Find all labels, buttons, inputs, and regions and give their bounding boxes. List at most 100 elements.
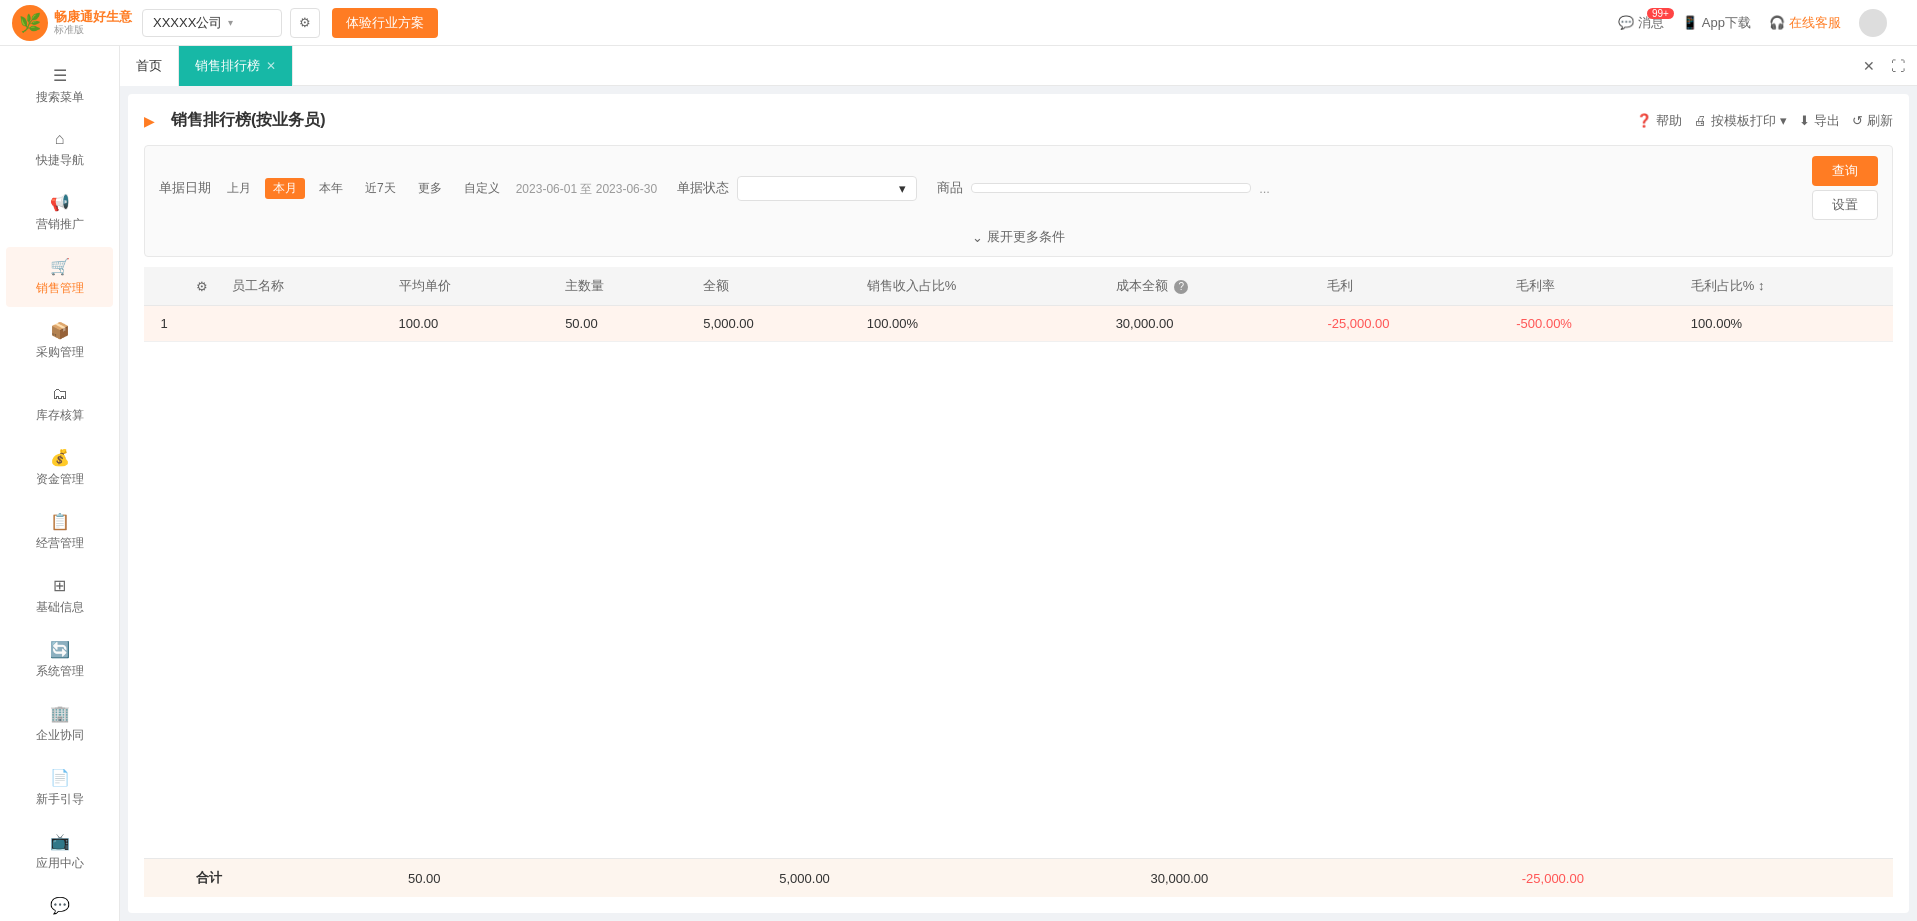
inventory-icon: 🗂 bbox=[52, 385, 68, 403]
cell-profit-ratio: 100.00% bbox=[1679, 306, 1893, 342]
cell-name bbox=[220, 306, 387, 342]
date-opt-more[interactable]: 更多 bbox=[410, 178, 450, 199]
table-header: ⚙ 员工名称 平均单价 主数量 全额 销售收入占比% 成本全额 ? bbox=[144, 267, 1893, 306]
sidebar-item-label: 系统管理 bbox=[36, 663, 84, 680]
chevron-down-icon: ▾ bbox=[228, 17, 233, 28]
sidebar-item-system[interactable]: 🔄 系统管理 bbox=[6, 630, 113, 690]
tab-sales-rank[interactable]: 销售排行榜 ✕ bbox=[179, 46, 293, 86]
basic-icon: ⊞ bbox=[53, 576, 66, 595]
sidebar-item-operation[interactable]: 📋 经营管理 bbox=[6, 502, 113, 562]
print-button[interactable]: 🖨 按模板打印 ▾ bbox=[1694, 112, 1787, 130]
tab-home-label: 首页 bbox=[136, 57, 162, 75]
sidebar-item-app-center[interactable]: 📺 应用中心 bbox=[6, 822, 113, 882]
company-name: XXXXX公司 bbox=[153, 14, 222, 32]
filter-actions: 查询 设置 bbox=[1812, 156, 1878, 220]
data-table: ⚙ 员工名称 平均单价 主数量 全额 销售收入占比% 成本全额 ? bbox=[144, 267, 1893, 342]
print-icon: 🖨 bbox=[1694, 113, 1707, 128]
message-button[interactable]: 💬 消息 99+ bbox=[1618, 14, 1664, 32]
page-wrapper: ▶ 销售排行榜(按业务员) ❓ 帮助 🖨 按模板打印 ▾ bbox=[144, 110, 1893, 897]
col-name: 员工名称 bbox=[220, 267, 387, 306]
tab-bar: 首页 销售排行榜 ✕ ✕ ⛶ bbox=[120, 46, 1917, 86]
sidebar-item-label: 资金管理 bbox=[36, 471, 84, 488]
sidebar-item-quick[interactable]: ⌂ 快捷导航 bbox=[6, 120, 113, 179]
status-select[interactable]: ▾ bbox=[737, 176, 917, 201]
status-label: 单据状态 bbox=[677, 179, 729, 197]
cell-profit: -25,000.00 bbox=[1315, 306, 1504, 342]
sidebar-item-basic[interactable]: ⊞ 基础信息 bbox=[6, 566, 113, 626]
content-area: 首页 销售排行榜 ✕ ✕ ⛶ ▶ 销售排行榜(按业务员) bbox=[120, 46, 1917, 921]
sort-icon[interactable]: ↕ bbox=[1758, 278, 1765, 293]
topbar: 🌿 畅康通好生意 标准版 XXXXX公司 ▾ ⚙ 体验行业方案 💬 消息 99+… bbox=[0, 0, 1917, 46]
tab-fullscreen-icon[interactable]: ⛶ bbox=[1887, 54, 1909, 78]
sidebar-item-wechat[interactable]: 💬 企业微信 bbox=[6, 886, 113, 921]
page-header: ▶ 销售排行榜(按业务员) ❓ 帮助 🖨 按模板打印 ▾ bbox=[144, 110, 1893, 131]
page-actions: ❓ 帮助 🖨 按模板打印 ▾ ⬇ 导出 ↺ bbox=[1636, 112, 1893, 130]
expand-more-button[interactable]: ⌄ 展开更多条件 bbox=[972, 228, 1065, 246]
print-chevron-icon: ▾ bbox=[1780, 113, 1787, 128]
date-opt-this-year[interactable]: 本年 bbox=[311, 178, 351, 199]
page-content: ▶ 销售排行榜(按业务员) ❓ 帮助 🖨 按模板打印 ▾ bbox=[128, 94, 1909, 913]
operation-icon: 📋 bbox=[50, 512, 70, 531]
sidebar-item-label: 销售管理 bbox=[36, 280, 84, 297]
industry-button[interactable]: 体验行业方案 bbox=[332, 8, 438, 38]
logo-sub: 标准版 bbox=[54, 24, 132, 36]
filter-row: 单据日期 上月 本月 本年 近7天 更多 自定义 2023-06-01 至 20… bbox=[159, 156, 1878, 220]
avatar[interactable] bbox=[1859, 9, 1887, 37]
sidebar-item-purchase[interactable]: 📦 采购管理 bbox=[6, 311, 113, 371]
tab-close-window-icon[interactable]: ✕ bbox=[1859, 54, 1879, 78]
app-download-button[interactable]: 📱 App下载 bbox=[1682, 14, 1751, 32]
online-service-button[interactable]: 🎧 在线客服 bbox=[1769, 14, 1841, 32]
app-icon: 📱 bbox=[1682, 15, 1698, 30]
date-opt-prev-month[interactable]: 上月 bbox=[219, 178, 259, 199]
sidebar: ☰ 搜索菜单 ⌂ 快捷导航 📢 营销推广 🛒 销售管理 📦 采购管理 🗂 库存核… bbox=[0, 46, 120, 921]
logo-main: 畅康通好生意 bbox=[54, 9, 132, 25]
sidebar-item-guide[interactable]: 📄 新手引导 bbox=[6, 758, 113, 818]
export-icon: ⬇ bbox=[1799, 113, 1810, 128]
tab-home[interactable]: 首页 bbox=[120, 46, 179, 86]
col-profit-rate: 毛利率 bbox=[1504, 267, 1679, 306]
logo-text: 畅康通好生意 标准版 bbox=[54, 9, 132, 37]
settings-icon-btn[interactable]: ⚙ bbox=[290, 8, 320, 38]
col-cost: 成本全额 ? bbox=[1104, 267, 1316, 306]
cost-tooltip-icon[interactable]: ? bbox=[1174, 280, 1188, 294]
company-selector[interactable]: XXXXX公司 ▾ bbox=[142, 9, 282, 37]
filter-settings-button[interactable]: 设置 bbox=[1812, 190, 1878, 220]
goods-label: 商品 bbox=[937, 179, 963, 197]
col-quantity: 主数量 bbox=[553, 267, 691, 306]
table-footer: 合计 50.00 5,000.00 30,000.00 -25,000.00 bbox=[144, 858, 1893, 897]
help-button[interactable]: ❓ 帮助 bbox=[1636, 112, 1682, 130]
expand-arrow-icon[interactable]: ▶ bbox=[144, 113, 155, 129]
service-label: 在线客服 bbox=[1789, 14, 1841, 32]
logo-icon: 🌿 bbox=[12, 5, 48, 41]
total-profit: -25,000.00 bbox=[1510, 871, 1881, 886]
tab-sales-rank-label: 销售排行榜 bbox=[195, 57, 260, 75]
col-settings-icon[interactable]: ⚙ bbox=[196, 279, 208, 294]
expand-row: ⌄ 展开更多条件 bbox=[159, 228, 1878, 246]
date-opt-custom[interactable]: 自定义 bbox=[456, 178, 508, 199]
date-opt-current-month[interactable]: 本月 bbox=[265, 178, 305, 199]
sidebar-item-inventory[interactable]: 🗂 库存核算 bbox=[6, 375, 113, 434]
total-label: 合计 bbox=[156, 869, 396, 887]
sidebar-item-label: 新手引导 bbox=[36, 791, 84, 808]
gear-icon: ⚙ bbox=[299, 15, 311, 30]
sidebar-item-marketing[interactable]: 📢 营销推广 bbox=[6, 183, 113, 243]
sidebar-item-search[interactable]: ☰ 搜索菜单 bbox=[6, 56, 113, 116]
refresh-button[interactable]: ↺ 刷新 bbox=[1852, 112, 1893, 130]
query-button[interactable]: 查询 bbox=[1812, 156, 1878, 186]
col-avg-price: 平均单价 bbox=[387, 267, 554, 306]
date-opt-7days[interactable]: 近7天 bbox=[357, 178, 404, 199]
more-filters-btn[interactable]: ... bbox=[1259, 181, 1270, 196]
tab-close-icon[interactable]: ✕ bbox=[266, 59, 276, 73]
cell-amount: 5,000.00 bbox=[691, 306, 855, 342]
export-button[interactable]: ⬇ 导出 bbox=[1799, 112, 1840, 130]
status-filter: 单据状态 ▾ bbox=[677, 176, 917, 201]
total-cost: 30,000.00 bbox=[1139, 871, 1510, 886]
col-profit: 毛利 bbox=[1315, 267, 1504, 306]
search-menu-icon: ☰ bbox=[53, 66, 67, 85]
sidebar-item-capital[interactable]: 💰 资金管理 bbox=[6, 438, 113, 498]
sidebar-item-enterprise[interactable]: 🏢 企业协同 bbox=[6, 694, 113, 754]
sidebar-item-sales[interactable]: 🛒 销售管理 bbox=[6, 247, 113, 307]
goods-input[interactable] bbox=[971, 183, 1251, 193]
col-settings[interactable]: ⚙ bbox=[184, 267, 220, 306]
col-sales-ratio: 销售收入占比% bbox=[855, 267, 1104, 306]
